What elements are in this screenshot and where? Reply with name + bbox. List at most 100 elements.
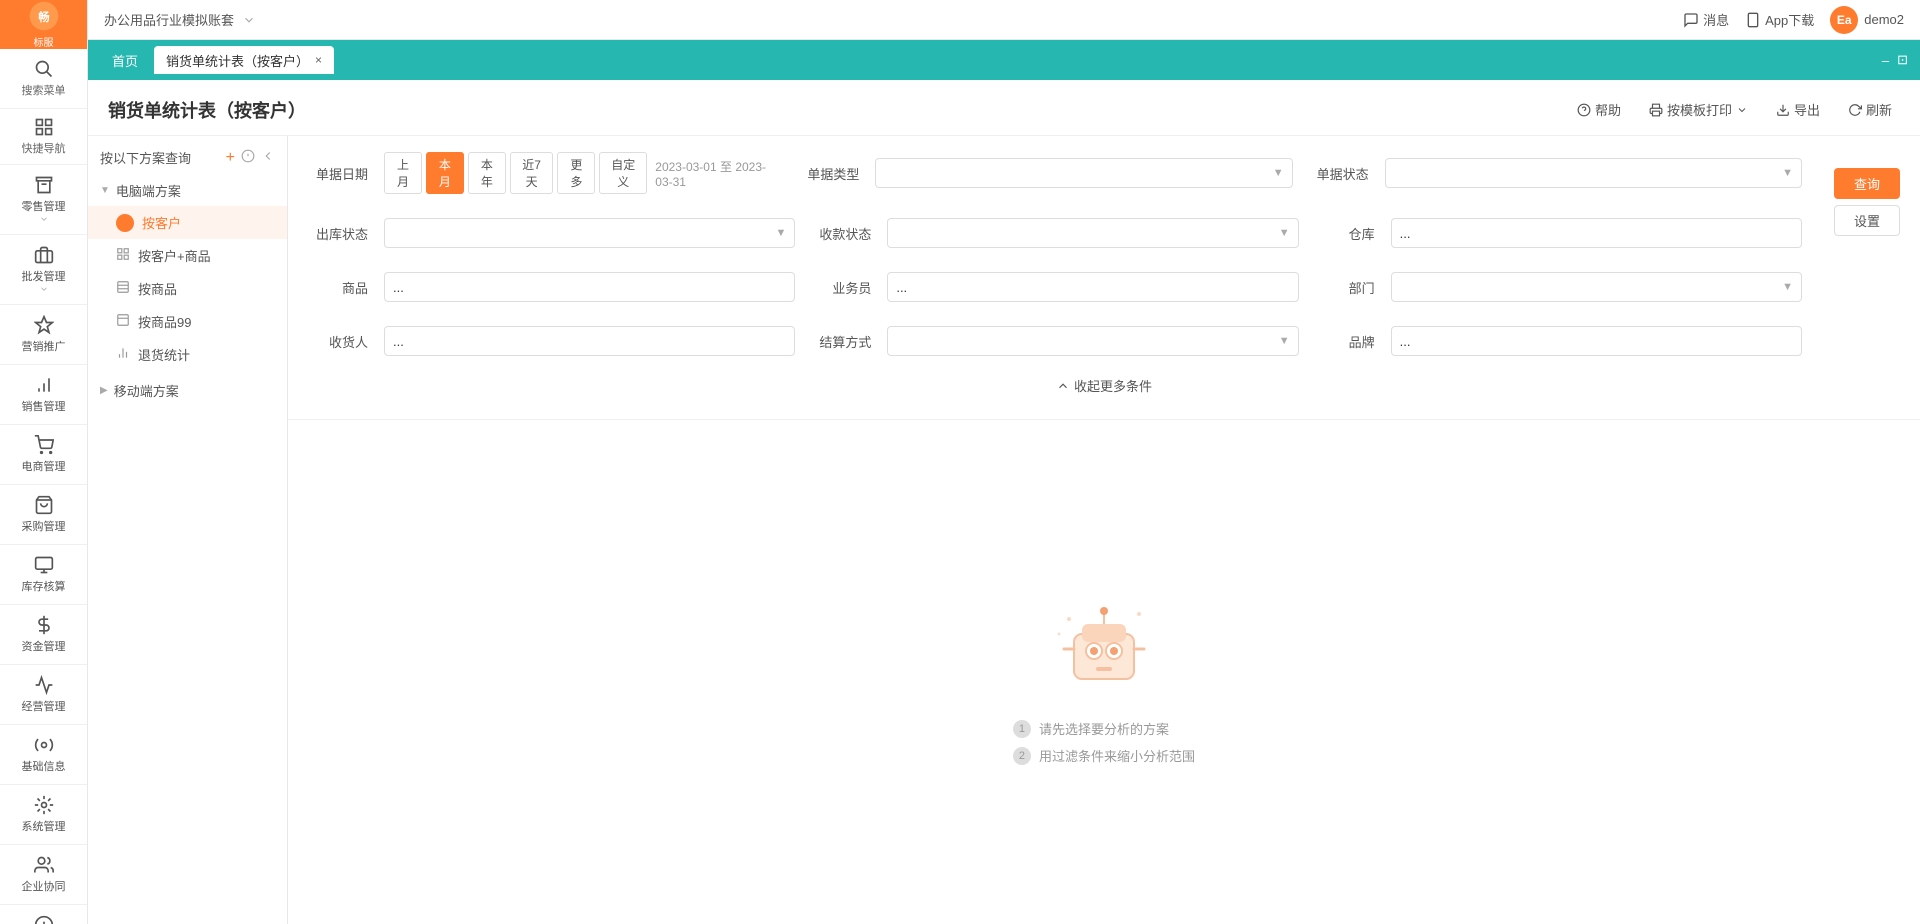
left-panel-header: 按以下方案查询 + — [88, 148, 287, 175]
sidebar-item-guide[interactable]: 新手引导 — [0, 905, 87, 924]
date-btn-this-year[interactable]: 本年 — [468, 152, 506, 194]
refresh-btn[interactable]: 刷新 — [1840, 96, 1900, 123]
scheme-item-by-customer[interactable]: 客 按客户 — [88, 206, 287, 239]
scheme-group-desktop-header[interactable]: ▼ 电脑端方案 — [88, 175, 287, 206]
print-btn[interactable]: 按模板打印 — [1641, 96, 1756, 123]
type-select[interactable]: ▼ — [875, 158, 1292, 188]
refresh-label: 刷新 — [1866, 100, 1892, 119]
sidebar-search-menu[interactable]: 搜索菜单 — [0, 49, 87, 109]
sidebar-quick-nav[interactable]: 快捷导航 — [0, 109, 87, 165]
receiver-select[interactable]: ... — [384, 326, 795, 356]
brand-label: 品牌 — [1315, 332, 1375, 351]
filter-row-status: 出库状态 ▼ 收款状态 ▼ 仓库 — [308, 218, 1802, 248]
filter-row-product: 商品 ... 业务员 ... 部门 — [308, 272, 1802, 302]
tab-home-label: 首页 — [112, 51, 138, 70]
sidebar-item-sales[interactable]: 销售管理 — [0, 365, 87, 425]
settings-btn[interactable]: 设置 — [1834, 205, 1900, 236]
collapse-icon — [1056, 379, 1070, 393]
date-btn-more[interactable]: 更多 — [557, 152, 595, 194]
print-dropdown-icon — [1736, 104, 1748, 116]
department-select[interactable]: ▼ — [1391, 272, 1802, 302]
out-status-select[interactable]: ▼ — [384, 218, 795, 248]
type-select-arrow: ▼ — [1273, 167, 1284, 179]
page-actions: 帮助 按模板打印 导出 刷新 — [1569, 96, 1900, 123]
pay-status-select[interactable]: ▼ — [887, 218, 1298, 248]
product-select[interactable]: ... — [384, 272, 795, 302]
tab-minimize-icon[interactable]: – — [1882, 53, 1889, 68]
page-title: 销货单统计表（按客户） — [108, 97, 306, 123]
sidebar-item-wholesale[interactable]: 批发管理 — [0, 235, 87, 305]
filter-row-receiver: 收货人 ... 结算方式 ▼ 品牌 — [308, 326, 1802, 356]
scheme-group-mobile-header[interactable]: ▶ 移动端方案 — [88, 375, 287, 406]
sidebar-item-purchase[interactable]: 采购管理 — [0, 485, 87, 545]
dropdown-icon — [242, 13, 256, 27]
sidebar: 畅 标服 搜索菜单 快捷导航 零售管理 批发管理 营销推广 销售管理 电商管理 … — [0, 0, 88, 924]
sidebar-item-inventory[interactable]: 库存核算 — [0, 545, 87, 605]
salesperson-select[interactable]: ... — [887, 272, 1298, 302]
export-label: 导出 — [1794, 100, 1820, 119]
main-area: 办公用品行业模拟账套 消息 App下载 Ea demo2 首页 — [88, 0, 1920, 924]
sidebar-item-ecommerce[interactable]: 电商管理 — [0, 425, 87, 485]
export-btn[interactable]: 导出 — [1768, 96, 1828, 123]
customer-product-scheme-icon — [116, 247, 130, 264]
date-btn-7days[interactable]: 近7天 — [510, 152, 554, 194]
export-icon — [1776, 103, 1790, 117]
product-scheme-icon — [116, 280, 130, 297]
customer-scheme-icon: 客 — [116, 214, 134, 232]
left-panel-actions: + — [226, 149, 275, 167]
pay-status-label: 收款状态 — [811, 224, 871, 243]
app-download-btn[interactable]: App下载 — [1745, 10, 1814, 29]
tab-close-btn[interactable]: × — [315, 53, 322, 67]
sidebar-logo-text: 标服 — [34, 34, 54, 49]
sidebar-item-basic[interactable]: 基础信息 — [0, 725, 87, 785]
tab-home[interactable]: 首页 — [100, 46, 150, 74]
sidebar-item-system[interactable]: 系统管理 — [0, 785, 87, 845]
payment-method-arrow: ▼ — [1279, 335, 1290, 347]
date-range-display: 2023-03-01 至 2023-03-31 — [655, 158, 783, 189]
content-area: 销货单统计表（按客户） 帮助 按模板打印 导出 刷新 — [88, 80, 1920, 924]
scheme-item-by-customer-product[interactable]: 按客户+商品 — [88, 239, 287, 272]
collapse-more-btn[interactable]: 收起更多条件 — [308, 368, 1900, 403]
tip-text-1: 请先选择要分析的方案 — [1039, 719, 1169, 738]
date-btn-custom[interactable]: 自定义 — [599, 152, 647, 194]
phone-icon — [1745, 12, 1761, 28]
brand-select[interactable]: ... — [1391, 326, 1802, 356]
sidebar-item-operations[interactable]: 经营管理 — [0, 665, 87, 725]
app-title: 办公用品行业模拟账套 — [104, 10, 234, 29]
top-right-actions: 消息 App下载 Ea demo2 — [1683, 6, 1904, 34]
page-header: 销货单统计表（按客户） 帮助 按模板打印 导出 刷新 — [88, 80, 1920, 136]
sidebar-item-enterprise[interactable]: 企业协同 — [0, 845, 87, 905]
help-btn[interactable]: 帮助 — [1569, 96, 1629, 123]
group-arrow-icon: ▼ — [100, 185, 110, 196]
collapse-panel-btn[interactable] — [261, 149, 275, 167]
message-btn[interactable]: 消息 — [1683, 10, 1729, 29]
sidebar-logo[interactable]: 畅 标服 — [0, 0, 88, 49]
left-panel-title: 按以下方案查询 — [100, 148, 191, 167]
user-menu[interactable]: Ea demo2 — [1830, 6, 1904, 34]
sidebar-item-finance[interactable]: 资金管理 — [0, 605, 87, 665]
payment-method-select[interactable]: ▼ — [887, 326, 1298, 356]
status-select[interactable]: ▼ — [1385, 158, 1802, 188]
collapse-label: 收起更多条件 — [1074, 376, 1152, 395]
warehouse-label: 仓库 — [1315, 224, 1375, 243]
date-btn-last-month[interactable]: 上月 — [384, 152, 422, 194]
sidebar-item-marketing[interactable]: 营销推广 — [0, 305, 87, 365]
query-btn[interactable]: 查询 — [1834, 168, 1900, 199]
tab-maximize-icon[interactable]: ⊡ — [1897, 52, 1908, 68]
payment-method-label: 结算方式 — [811, 332, 871, 351]
message-icon — [1683, 12, 1699, 28]
help-label: 帮助 — [1595, 100, 1621, 119]
scheme-item-by-product[interactable]: 按商品 — [88, 272, 287, 305]
status-select-arrow: ▼ — [1782, 167, 1793, 179]
left-panel: 按以下方案查询 + ▼ 电脑端方案 — [88, 136, 288, 924]
tab-sales-report-label: 销货单统计表（按客户） — [166, 51, 309, 70]
scheme-item-by-product-99[interactable]: 按商品99 — [88, 305, 287, 338]
sidebar-item-retail[interactable]: 零售管理 — [0, 165, 87, 235]
add-scheme-btn[interactable]: + — [226, 149, 235, 167]
scheme-item-return-stats[interactable]: 退货统计 — [88, 338, 287, 371]
scheme-group-desktop: ▼ 电脑端方案 客 按客户 按客户+商品 — [88, 175, 287, 371]
warehouse-select[interactable]: ... — [1391, 218, 1802, 248]
tab-sales-report[interactable]: 销货单统计表（按客户） × — [154, 46, 334, 74]
edit-scheme-btn[interactable] — [241, 149, 255, 167]
date-btn-this-month[interactable]: 本月 — [426, 152, 464, 194]
